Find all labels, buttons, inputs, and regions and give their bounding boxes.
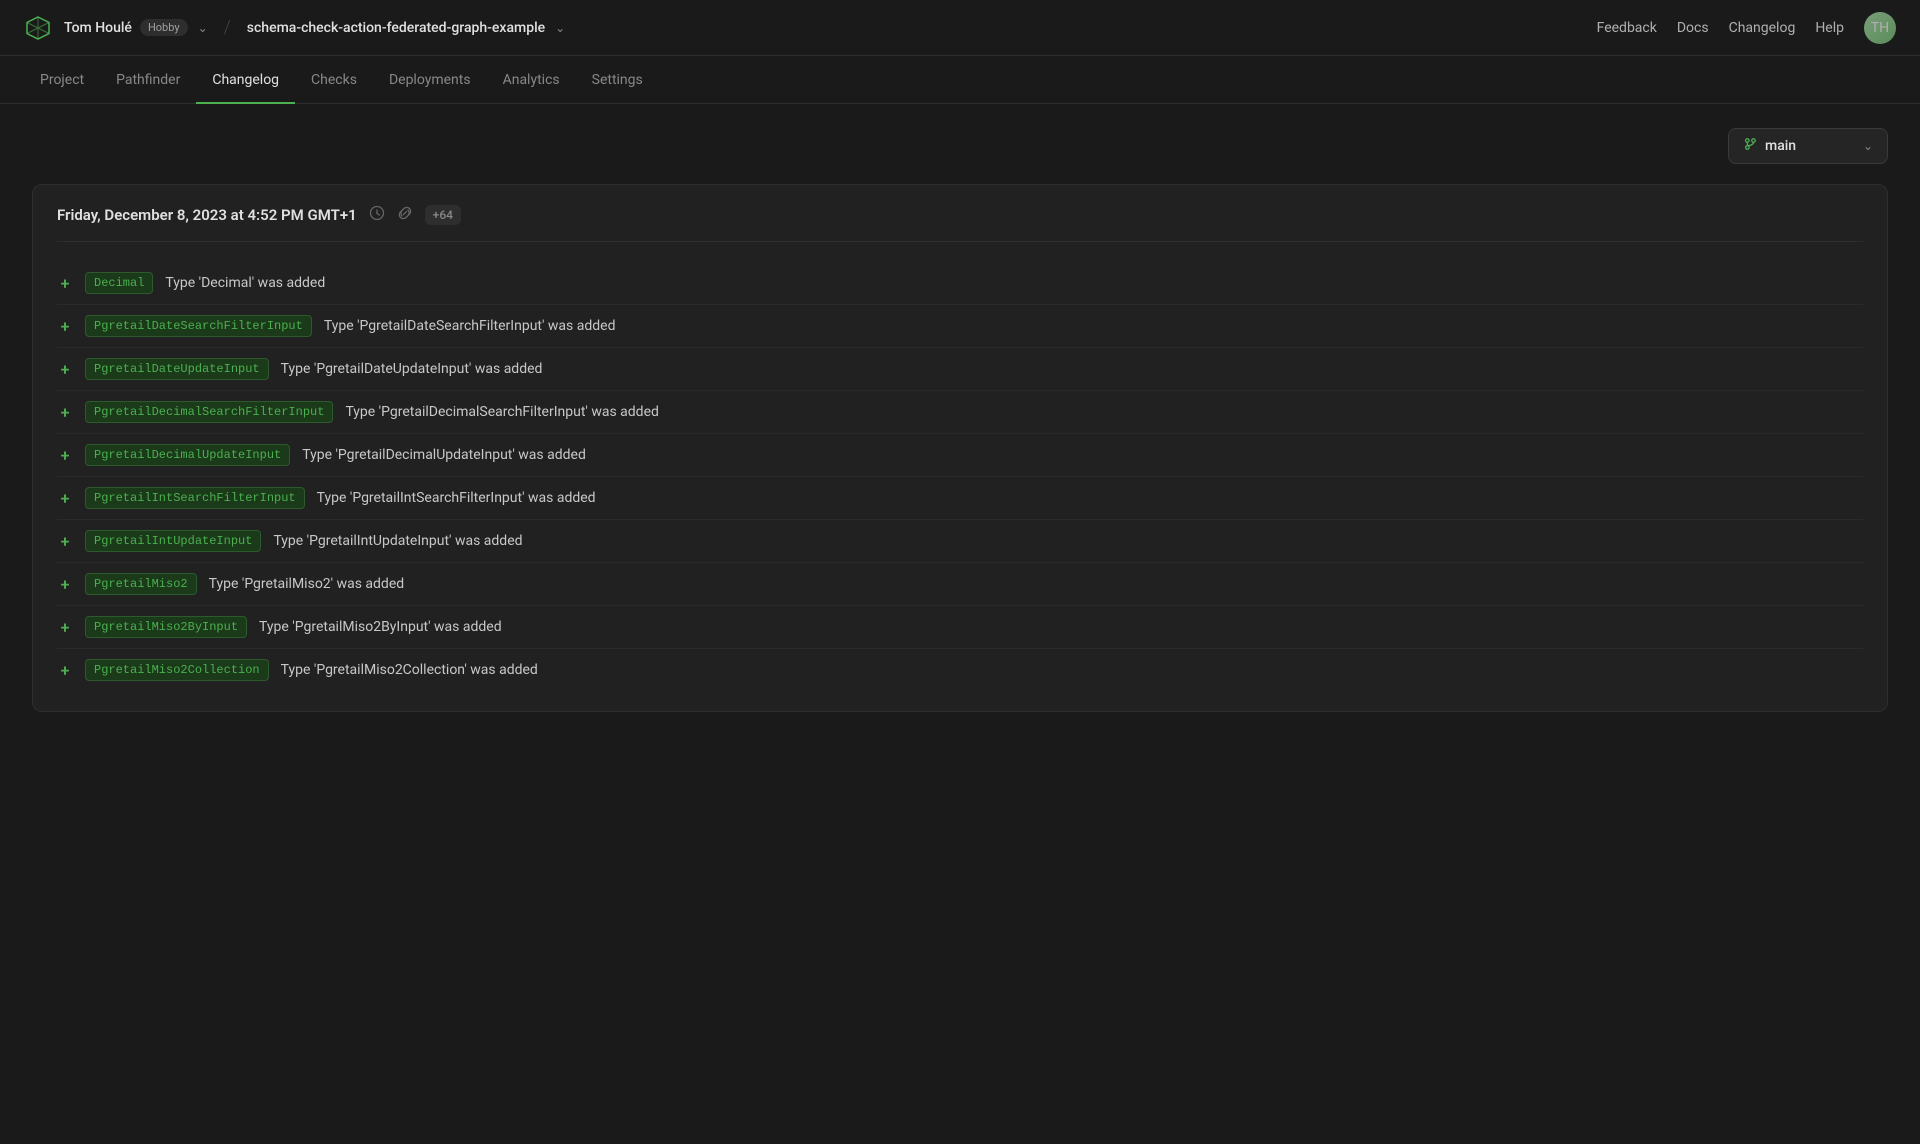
change-tag: PgretailDecimalUpdateInput <box>85 444 290 466</box>
tab-pathfinder[interactable]: Pathfinder <box>100 57 196 104</box>
hobby-badge: Hobby <box>140 19 188 36</box>
branch-chevron-icon: ⌄ <box>1863 139 1873 153</box>
user-chevron-icon: ⌄ <box>198 21 208 35</box>
avatar-initials: TH <box>1871 20 1889 36</box>
branch-selector-row: main ⌄ <box>32 128 1888 164</box>
change-row: + PgretailDateSearchFilterInput Type 'Pg… <box>57 305 1863 348</box>
changelog-header: Friday, December 8, 2023 at 4:52 PM GMT+… <box>57 205 1863 242</box>
project-name: schema-check-action-federated-graph-exam… <box>247 20 545 36</box>
change-description: Type 'PgretailDateUpdateInput' was added <box>281 361 543 377</box>
docs-link[interactable]: Docs <box>1677 20 1709 36</box>
tab-changelog[interactable]: Changelog <box>196 57 295 104</box>
project-chevron-icon: ⌄ <box>555 21 565 35</box>
tab-checks[interactable]: Checks <box>295 57 373 104</box>
changelog-link[interactable]: Changelog <box>1729 20 1796 36</box>
change-row: + PgretailIntSearchFilterInput Type 'Pgr… <box>57 477 1863 520</box>
change-plus-icon: + <box>57 360 73 379</box>
project-selector[interactable]: schema-check-action-federated-graph-exam… <box>247 20 565 36</box>
clock-icon[interactable] <box>369 205 385 225</box>
change-row: + PgretailMiso2ByInput Type 'PgretailMis… <box>57 606 1863 649</box>
changelog-date: Friday, December 8, 2023 at 4:52 PM GMT+… <box>57 206 357 224</box>
tab-analytics[interactable]: Analytics <box>487 57 576 104</box>
change-description: Type 'PgretailMiso2Collection' was added <box>281 662 538 678</box>
branch-icon <box>1743 137 1757 155</box>
change-plus-icon: + <box>57 274 73 293</box>
topbar-left: Tom Houlé Hobby ⌄ / schema-check-action-… <box>24 14 565 42</box>
change-plus-icon: + <box>57 575 73 594</box>
change-tag: PgretailDecimalSearchFilterInput <box>85 401 333 423</box>
change-description: Type 'PgretailDecimalSearchFilterInput' … <box>345 404 658 420</box>
tab-deployments[interactable]: Deployments <box>373 57 487 104</box>
change-plus-icon: + <box>57 661 73 680</box>
change-tag: PgretailMiso2Collection <box>85 659 269 681</box>
help-link[interactable]: Help <box>1815 20 1844 36</box>
change-tag: PgretailMiso2ByInput <box>85 616 247 638</box>
subnav: Project Pathfinder Changelog Checks Depl… <box>0 56 1920 104</box>
change-plus-icon: + <box>57 317 73 336</box>
change-description: Type 'PgretailMiso2' was added <box>209 576 405 592</box>
change-tag: PgretailDateUpdateInput <box>85 358 269 380</box>
change-tag: PgretailMiso2 <box>85 573 197 595</box>
change-description: Type 'PgretailIntSearchFilterInput' was … <box>317 490 596 506</box>
changelog-card: Friday, December 8, 2023 at 4:52 PM GMT+… <box>32 184 1888 712</box>
change-plus-icon: + <box>57 446 73 465</box>
change-row: + Decimal Type 'Decimal' was added <box>57 262 1863 305</box>
tab-settings[interactable]: Settings <box>576 57 659 104</box>
change-tag: PgretailIntUpdateInput <box>85 530 261 552</box>
change-row: + PgretailIntUpdateInput Type 'PgretailI… <box>57 520 1863 563</box>
change-row: + PgretailDecimalUpdateInput Type 'Pgret… <box>57 434 1863 477</box>
change-tag: PgretailIntSearchFilterInput <box>85 487 305 509</box>
changes-list: + Decimal Type 'Decimal' was added + Pgr… <box>57 262 1863 691</box>
change-description: Type 'PgretailIntUpdateInput' was added <box>273 533 522 549</box>
change-description: Type 'PgretailDecimalUpdateInput' was ad… <box>302 447 586 463</box>
plus-badge: +64 <box>425 205 461 225</box>
user-name: Tom Houlé <box>64 20 132 36</box>
studio-logo[interactable] <box>24 14 52 42</box>
change-description: Type 'PgretailDateSearchFilterInput' was… <box>324 318 616 334</box>
branch-selector[interactable]: main ⌄ <box>1728 128 1888 164</box>
change-description: Type 'Decimal' was added <box>165 275 325 291</box>
tab-project[interactable]: Project <box>24 57 100 104</box>
user-menu[interactable]: Tom Houlé Hobby ⌄ <box>64 19 208 36</box>
change-plus-icon: + <box>57 403 73 422</box>
avatar[interactable]: TH <box>1864 12 1896 44</box>
change-plus-icon: + <box>57 532 73 551</box>
link-icon[interactable] <box>397 205 413 225</box>
change-row: + PgretailDateUpdateInput Type 'Pgretail… <box>57 348 1863 391</box>
change-row: + PgretailMiso2Collection Type 'Pgretail… <box>57 649 1863 691</box>
feedback-link[interactable]: Feedback <box>1597 20 1657 36</box>
topbar: Tom Houlé Hobby ⌄ / schema-check-action-… <box>0 0 1920 56</box>
breadcrumb-separator: / <box>224 17 231 38</box>
topbar-right: Feedback Docs Changelog Help TH <box>1597 12 1896 44</box>
change-plus-icon: + <box>57 618 73 637</box>
change-description: Type 'PgretailMiso2ByInput' was added <box>259 619 502 635</box>
change-row: + PgretailMiso2 Type 'PgretailMiso2' was… <box>57 563 1863 606</box>
change-tag: PgretailDateSearchFilterInput <box>85 315 312 337</box>
change-tag: Decimal <box>85 272 153 294</box>
branch-name: main <box>1765 138 1855 154</box>
change-row: + PgretailDecimalSearchFilterInput Type … <box>57 391 1863 434</box>
change-plus-icon: + <box>57 489 73 508</box>
main-content: main ⌄ Friday, December 8, 2023 at 4:52 … <box>0 104 1920 736</box>
